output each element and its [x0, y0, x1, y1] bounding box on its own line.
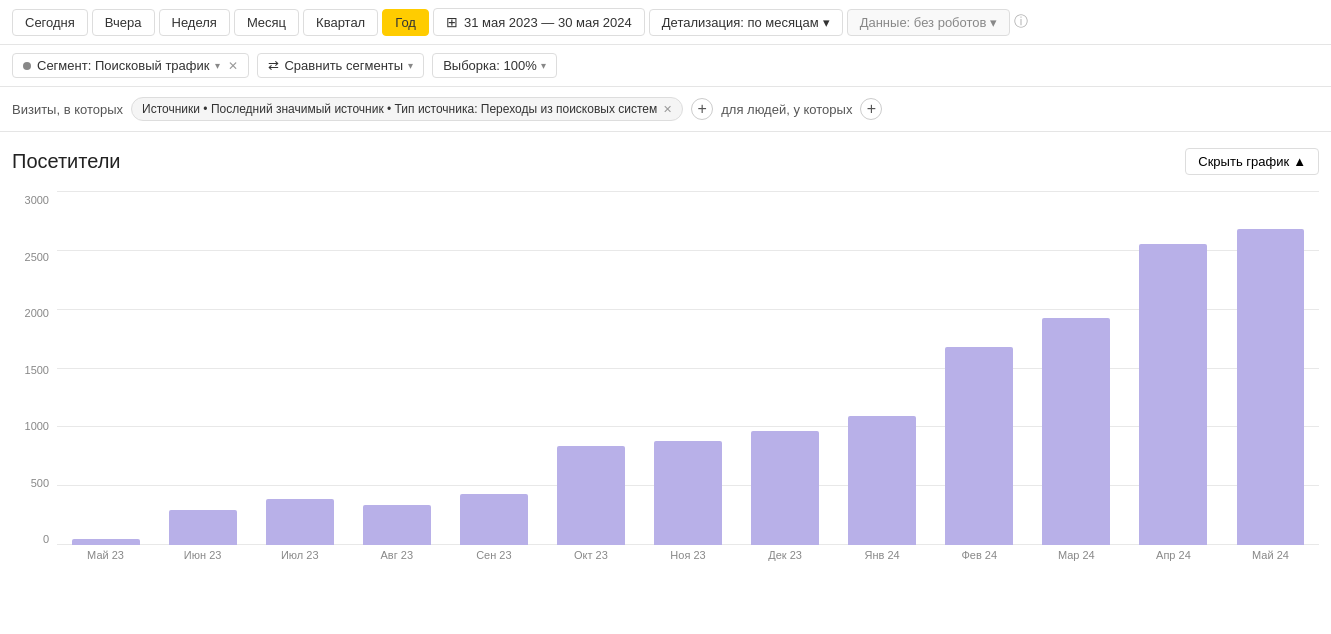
y-axis: 0 500 1000 1500 2000 2500 3000 — [12, 191, 57, 545]
date-range-button[interactable]: ⊞ 31 мая 2023 — 30 мая 2024 — [433, 8, 645, 36]
bar-group[interactable] — [154, 191, 251, 545]
compare-icon: ⇄ — [268, 58, 279, 73]
chart-area: 0 500 1000 1500 2000 2500 3000 — [12, 191, 1319, 545]
compare-button[interactable]: ⇄ Сравнить сегменты ▾ — [257, 53, 424, 78]
x-label: Май 23 — [57, 549, 154, 561]
add-filter-button[interactable]: + — [691, 98, 713, 120]
bar[interactable] — [654, 441, 722, 545]
bar[interactable] — [1139, 244, 1207, 545]
bar-group[interactable] — [1028, 191, 1125, 545]
today-button[interactable]: Сегодня — [12, 9, 88, 36]
x-label: Сен 23 — [445, 549, 542, 561]
bar-group[interactable] — [542, 191, 639, 545]
y-tick: 500 — [12, 478, 49, 489]
bar[interactable] — [460, 494, 528, 545]
bar[interactable] — [266, 499, 334, 545]
filter-row: Визиты, в которых Источники • Последний … — [0, 87, 1331, 132]
bar-group[interactable] — [57, 191, 154, 545]
x-label: Апр 24 — [1125, 549, 1222, 561]
bar-group[interactable] — [251, 191, 348, 545]
detail-label: Детализация: по месяцам — [662, 15, 819, 30]
date-range-label: 31 мая 2023 — 30 мая 2024 — [464, 15, 632, 30]
calendar-icon: ⊞ — [446, 14, 458, 30]
bar[interactable] — [169, 510, 237, 545]
add-people-filter-button[interactable]: + — [860, 98, 882, 120]
bar-group[interactable] — [1125, 191, 1222, 545]
bar-group[interactable] — [834, 191, 931, 545]
y-tick: 0 — [12, 534, 49, 545]
bar[interactable] — [363, 505, 431, 545]
y-tick: 1000 — [12, 421, 49, 432]
year-button[interactable]: Год — [382, 9, 429, 36]
bars-row — [57, 191, 1319, 545]
chart-container: 0 500 1000 1500 2000 2500 3000 Май 23Июн 23Июл… — [12, 191, 1319, 561]
y-tick: 1500 — [12, 365, 49, 376]
chart-section: Посетители Скрыть график ▲ 0 500 1000 1500 2… — [0, 132, 1331, 577]
chart-title: Посетители — [12, 150, 121, 173]
bar-group[interactable] — [931, 191, 1028, 545]
x-label: Дек 23 — [737, 549, 834, 561]
x-label: Июл 23 — [251, 549, 348, 561]
x-label: Авг 23 — [348, 549, 445, 561]
segment-label: Сегмент: Поисковый трафик — [37, 58, 209, 73]
y-tick: 2000 — [12, 308, 49, 319]
bar[interactable] — [1237, 229, 1305, 545]
quarter-button[interactable]: Квартал — [303, 9, 378, 36]
filter-tag[interactable]: Источники • Последний значимый источник … — [131, 97, 683, 121]
bar[interactable] — [945, 347, 1013, 545]
bars-wrapper — [57, 191, 1319, 545]
info-icon: ⓘ — [1014, 13, 1028, 31]
segment-chevron: ▾ — [215, 60, 220, 71]
visits-label: Визиты, в которых — [12, 102, 123, 117]
compare-chevron: ▾ — [408, 60, 413, 71]
x-label: Мар 24 — [1028, 549, 1125, 561]
bar-group[interactable] — [348, 191, 445, 545]
bar[interactable] — [751, 431, 819, 545]
filter-close-icon[interactable]: ✕ — [663, 103, 672, 116]
sample-label: Выборка: 100% — [443, 58, 537, 73]
segment-row: Сегмент: Поисковый трафик ▾ ✕ ⇄ Сравнить… — [0, 45, 1331, 87]
bar[interactable] — [557, 446, 625, 545]
data-label: Данные: без роботов — [860, 15, 987, 30]
people-label: для людей, у которых — [721, 102, 852, 117]
bar-group[interactable] — [445, 191, 542, 545]
sample-chevron: ▾ — [541, 60, 546, 71]
filter-tag-text: Источники • Последний значимый источник … — [142, 102, 657, 116]
bar[interactable] — [848, 416, 916, 545]
week-button[interactable]: Неделя — [159, 9, 230, 36]
bar[interactable] — [1042, 318, 1110, 545]
y-tick: 2500 — [12, 252, 49, 263]
bar-group[interactable] — [737, 191, 834, 545]
segment-dot-icon — [23, 62, 31, 70]
yesterday-button[interactable]: Вчера — [92, 9, 155, 36]
detail-chevron: ▾ — [823, 15, 830, 30]
toolbar: Сегодня Вчера Неделя Месяц Квартал Год ⊞… — [0, 0, 1331, 45]
x-label: Июн 23 — [154, 549, 251, 561]
x-label: Ноя 23 — [639, 549, 736, 561]
detail-button[interactable]: Детализация: по месяцам ▾ — [649, 9, 843, 36]
bar[interactable] — [72, 539, 140, 545]
x-label: Фев 24 — [931, 549, 1028, 561]
data-button[interactable]: Данные: без роботов ▾ — [847, 9, 1011, 36]
data-chevron: ▾ — [990, 15, 997, 30]
month-button[interactable]: Месяц — [234, 9, 299, 36]
bar-group[interactable] — [1222, 191, 1319, 545]
segment-pill[interactable]: Сегмент: Поисковый трафик ▾ ✕ — [12, 53, 249, 78]
hide-chart-button[interactable]: Скрыть график ▲ — [1185, 148, 1319, 175]
compare-label: Сравнить сегменты — [284, 58, 403, 73]
segment-close-icon[interactable]: ✕ — [228, 59, 238, 73]
y-tick: 3000 — [12, 195, 49, 206]
x-label: Янв 24 — [834, 549, 931, 561]
sample-button[interactable]: Выборка: 100% ▾ — [432, 53, 557, 78]
bar-group[interactable] — [639, 191, 736, 545]
x-label: Май 24 — [1222, 549, 1319, 561]
hide-chart-label: Скрыть график — [1198, 154, 1289, 169]
chart-header: Посетители Скрыть график ▲ — [12, 148, 1319, 175]
x-label: Окт 23 — [542, 549, 639, 561]
hide-chart-chevron: ▲ — [1293, 154, 1306, 169]
x-labels: Май 23Июн 23Июл 23Авг 23Сен 23Окт 23Ноя … — [57, 549, 1319, 561]
